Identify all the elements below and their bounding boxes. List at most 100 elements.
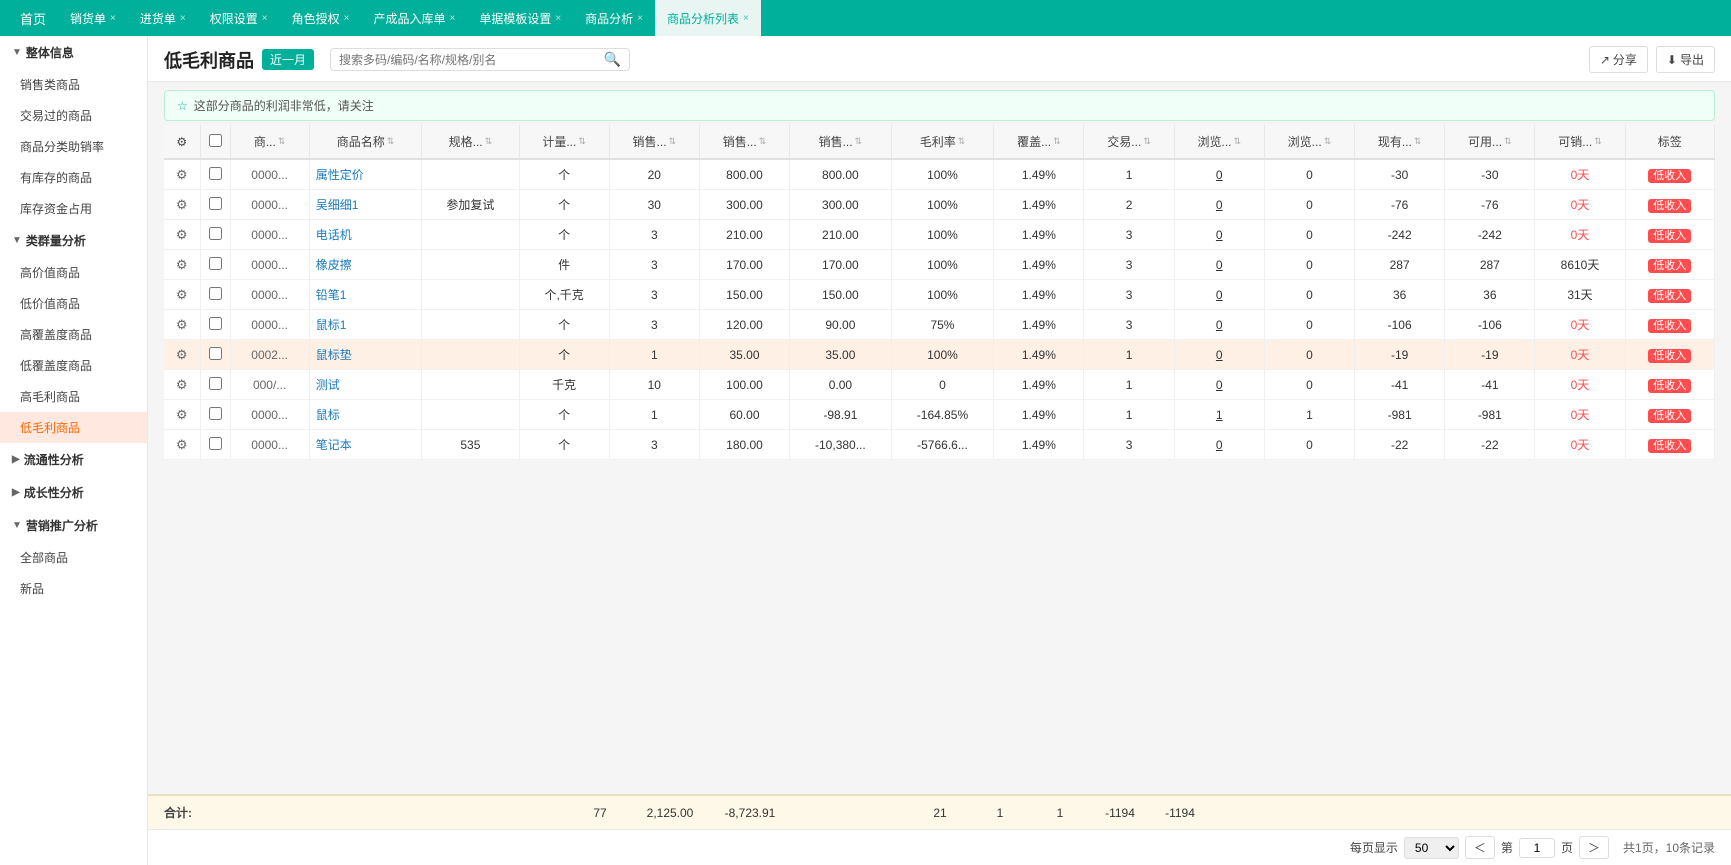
th-trade[interactable]: 交易... ⇅	[1084, 125, 1174, 159]
sidebar-group-growth[interactable]: ▶ 成长性分析	[0, 476, 147, 509]
row-browse1-5[interactable]: 0	[1174, 310, 1264, 340]
sidebar-item-low-value[interactable]: 低价值商品	[0, 288, 147, 319]
row-checkbox-5[interactable]	[200, 310, 230, 340]
row-settings-9[interactable]: ⚙	[164, 430, 200, 460]
row-checkbox-6[interactable]	[200, 340, 230, 370]
nav-roles[interactable]: 角色授权 ×	[280, 0, 362, 36]
sidebar-item-stocked-goods[interactable]: 有库存的商品	[0, 162, 147, 193]
sort-saleable-icon[interactable]: ⇅	[1594, 136, 1602, 147]
row-check-8[interactable]	[209, 407, 222, 420]
th-sales-profit[interactable]: 销售... ⇅	[790, 125, 892, 159]
th-name[interactable]: 商品名称 ⇅	[309, 125, 422, 159]
row-settings-0[interactable]: ⚙	[164, 159, 200, 190]
row-name-4[interactable]: 铅笔1	[309, 280, 422, 310]
nav-template-close[interactable]: ×	[555, 13, 561, 24]
row-settings-5[interactable]: ⚙	[164, 310, 200, 340]
th-settings[interactable]: ⚙	[164, 125, 200, 159]
sort-unit-icon[interactable]: ⇅	[578, 136, 586, 147]
row-browse1-6[interactable]: 0	[1174, 340, 1264, 370]
nav-sales[interactable]: 销货单 ×	[58, 0, 128, 36]
row-check-7[interactable]	[209, 377, 222, 390]
row-name-2[interactable]: 电话机	[309, 220, 422, 250]
nav-product-entry[interactable]: 产成品入库单 ×	[361, 0, 467, 36]
th-spec[interactable]: 规格... ⇅	[422, 125, 519, 159]
sidebar-item-high-value[interactable]: 高价值商品	[0, 257, 147, 288]
nav-purchase[interactable]: 进货单 ×	[128, 0, 198, 36]
row-settings-6[interactable]: ⚙	[164, 340, 200, 370]
row-check-3[interactable]	[209, 257, 222, 270]
row-check-9[interactable]	[209, 437, 222, 450]
row-name-3[interactable]: 橡皮擦	[309, 250, 422, 280]
sidebar-item-sales-goods[interactable]: 销售类商品	[0, 69, 147, 100]
th-tag[interactable]: 标签	[1625, 125, 1714, 159]
row-checkbox-9[interactable]	[200, 430, 230, 460]
sidebar-item-low-coverage[interactable]: 低覆盖度商品	[0, 350, 147, 381]
sidebar-group-overall[interactable]: ▼ 整体信息	[0, 36, 147, 69]
row-name-1[interactable]: 吴细细1	[309, 190, 422, 220]
sort-code-icon[interactable]: ⇅	[278, 136, 286, 147]
row-settings-1[interactable]: ⚙	[164, 190, 200, 220]
th-sales-price[interactable]: 销售... ⇅	[699, 125, 789, 159]
th-cover[interactable]: 覆盖... ⇅	[994, 125, 1084, 159]
search-icon[interactable]: 🔍	[604, 51, 621, 68]
row-check-6[interactable]	[209, 347, 222, 360]
sort-sales-price-icon[interactable]: ⇅	[759, 136, 767, 147]
th-browse2[interactable]: 浏览... ⇅	[1264, 125, 1354, 159]
search-input[interactable]	[339, 53, 604, 67]
row-checkbox-0[interactable]	[200, 159, 230, 190]
sort-available-icon[interactable]: ⇅	[1504, 136, 1512, 147]
row-checkbox-8[interactable]	[200, 400, 230, 430]
row-browse1-3[interactable]: 0	[1174, 250, 1264, 280]
row-name-7[interactable]: 测试	[309, 370, 422, 400]
nav-purchase-close[interactable]: ×	[180, 13, 186, 24]
nav-product-analysis-list[interactable]: 商品分析列表 ×	[655, 0, 761, 36]
row-name-6[interactable]: 鼠标垫	[309, 340, 422, 370]
sort-current-icon[interactable]: ⇅	[1414, 136, 1422, 147]
row-browse1-0[interactable]: 0	[1174, 159, 1264, 190]
row-check-5[interactable]	[209, 317, 222, 330]
row-checkbox-1[interactable]	[200, 190, 230, 220]
nav-roles-close[interactable]: ×	[344, 13, 350, 24]
nav-product-analysis[interactable]: 商品分析 ×	[573, 0, 655, 36]
row-settings-7[interactable]: ⚙	[164, 370, 200, 400]
sidebar-item-inventory-capital[interactable]: 库存资金占用	[0, 193, 147, 224]
th-unit[interactable]: 计量... ⇅	[519, 125, 609, 159]
row-browse1-1[interactable]: 0	[1174, 190, 1264, 220]
row-check-2[interactable]	[209, 227, 222, 240]
row-settings-3[interactable]: ⚙	[164, 250, 200, 280]
th-current[interactable]: 现有... ⇅	[1355, 125, 1445, 159]
row-name-9[interactable]: 笔记本	[309, 430, 422, 460]
row-checkbox-4[interactable]	[200, 280, 230, 310]
nav-home[interactable]: 首页	[8, 0, 58, 36]
th-available[interactable]: 可用... ⇅	[1445, 125, 1535, 159]
sort-name-icon[interactable]: ⇅	[387, 136, 395, 147]
settings-icon[interactable]: ⚙	[176, 135, 187, 149]
row-check-0[interactable]	[209, 167, 222, 180]
th-code[interactable]: 商... ⇅	[230, 125, 309, 159]
sidebar-item-traded-goods[interactable]: 交易过的商品	[0, 100, 147, 131]
nav-sales-close[interactable]: ×	[110, 13, 116, 24]
next-page-btn[interactable]: ＞	[1579, 836, 1609, 859]
sort-sales-qty-icon[interactable]: ⇅	[669, 136, 677, 147]
sort-sales-profit-icon[interactable]: ⇅	[855, 136, 863, 147]
th-sales-qty[interactable]: 销售... ⇅	[609, 125, 699, 159]
sidebar-item-new-goods[interactable]: 新品	[0, 573, 147, 604]
select-all-checkbox[interactable]	[209, 134, 222, 147]
th-saleable[interactable]: 可销... ⇅	[1535, 125, 1625, 159]
share-button[interactable]: ↗ 分享	[1589, 46, 1648, 73]
row-browse1-2[interactable]: 0	[1174, 220, 1264, 250]
sidebar-item-high-coverage[interactable]: 高覆盖度商品	[0, 319, 147, 350]
row-checkbox-2[interactable]	[200, 220, 230, 250]
sort-gross-rate-icon[interactable]: ⇅	[958, 136, 966, 147]
sidebar-item-all-goods[interactable]: 全部商品	[0, 542, 147, 573]
th-check[interactable]	[200, 125, 230, 159]
sort-browse2-icon[interactable]: ⇅	[1324, 136, 1332, 147]
row-browse1-9[interactable]: 0	[1174, 430, 1264, 460]
sidebar-group-cluster[interactable]: ▼ 类群量分析	[0, 224, 147, 257]
sidebar-group-flow[interactable]: ▶ 流通性分析	[0, 443, 147, 476]
sidebar-group-marketing[interactable]: ▼ 营销推广分析	[0, 509, 147, 542]
nav-permissions-close[interactable]: ×	[262, 13, 268, 24]
per-page-select[interactable]: 50 20 100	[1404, 837, 1459, 859]
prev-page-btn[interactable]: ＜	[1465, 836, 1495, 859]
export-button[interactable]: ⬇ 导出	[1656, 46, 1715, 73]
